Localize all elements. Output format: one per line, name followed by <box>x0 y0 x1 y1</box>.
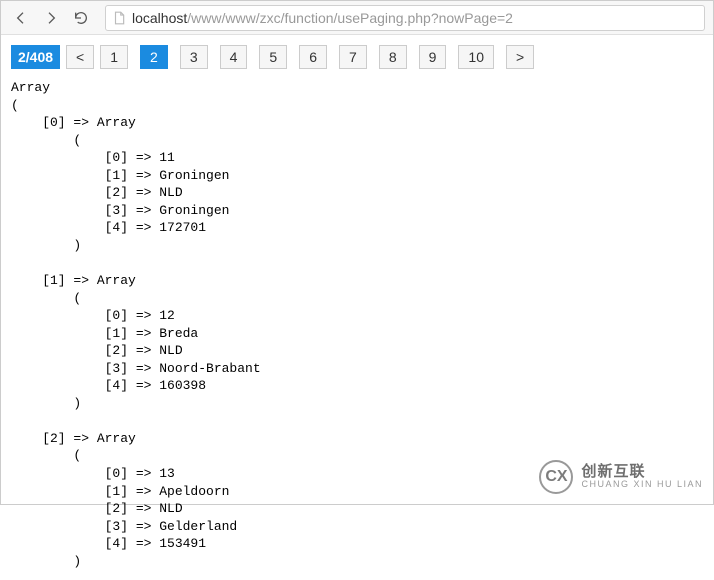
pager-prev[interactable]: < <box>66 45 94 69</box>
watermark: CX 创新互联 CHUANG XIN HU LIAN <box>539 460 703 494</box>
watermark-text: 创新互联 CHUANG XIN HU LIAN <box>581 464 703 490</box>
watermark-cn: 创新互联 <box>581 464 703 481</box>
pagination: 2/408 < 123456789 10 > <box>11 45 703 69</box>
page-icon <box>112 11 126 25</box>
url-path: /www/www/zxc/function/usePaging.php?nowP… <box>187 10 513 26</box>
back-icon[interactable] <box>9 6 33 30</box>
pager-next[interactable]: > <box>506 45 534 69</box>
browser-toolbar: localhost/www/www/zxc/function/usePaging… <box>1 1 713 35</box>
address-bar[interactable]: localhost/www/www/zxc/function/usePaging… <box>105 5 705 31</box>
url-host: localhost <box>132 10 187 26</box>
pager-page-5[interactable]: 5 <box>259 45 287 69</box>
watermark-logo: CX <box>539 460 573 494</box>
watermark-en: CHUANG XIN HU LIAN <box>581 480 703 490</box>
pager-page-7[interactable]: 7 <box>339 45 367 69</box>
pager-page-1[interactable]: 1 <box>100 45 128 69</box>
page-count-badge: 2/408 <box>11 45 60 69</box>
php-array-dump: Array ( [0] => Array ( [0] => 11 [1] => … <box>11 79 703 570</box>
pager-page-8[interactable]: 8 <box>379 45 407 69</box>
pager-page-3[interactable]: 3 <box>180 45 208 69</box>
forward-icon[interactable] <box>39 6 63 30</box>
pager-page-6[interactable]: 6 <box>299 45 327 69</box>
page-content: 2/408 < 123456789 10 > Array ( [0] => Arr… <box>1 35 713 580</box>
pager-page-2[interactable]: 2 <box>140 45 168 69</box>
pager-page-4[interactable]: 4 <box>220 45 248 69</box>
pager-page-10[interactable]: 10 <box>458 45 494 69</box>
reload-icon[interactable] <box>69 6 93 30</box>
pager-page-9[interactable]: 9 <box>419 45 447 69</box>
